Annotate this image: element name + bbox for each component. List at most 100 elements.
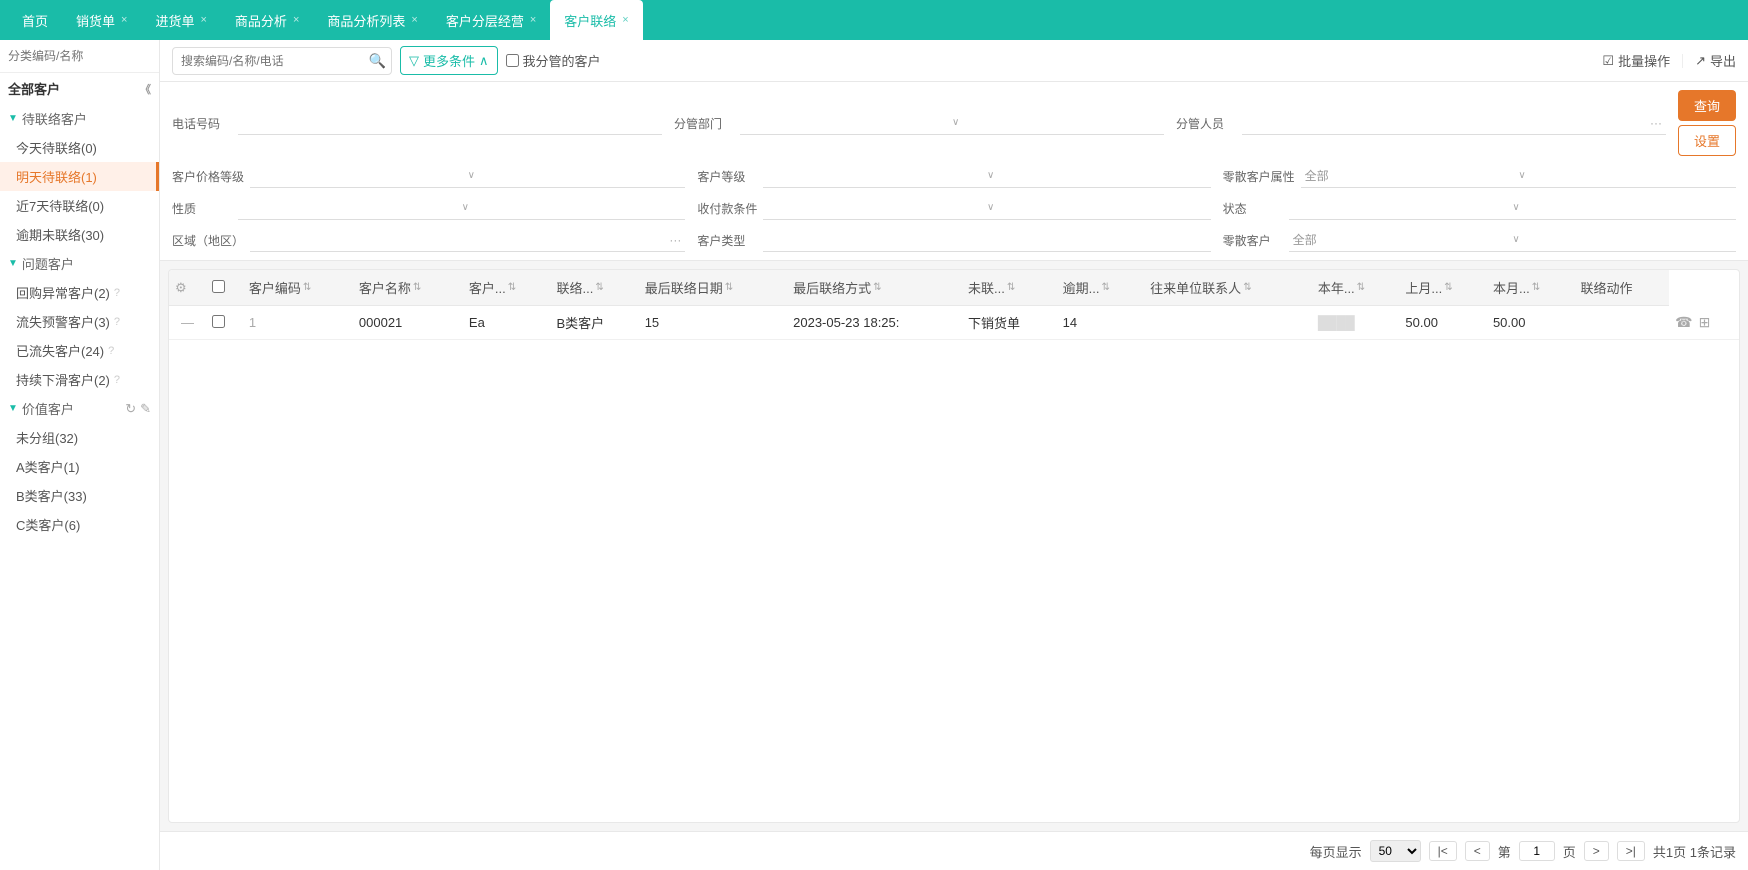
problem-group-label: 问题客户 (22, 254, 74, 273)
th-this-month[interactable]: 本月... ⇅ (1487, 270, 1575, 306)
declining-help-icon[interactable]: ? (114, 374, 120, 386)
page-input[interactable] (1519, 841, 1555, 861)
filter-customer-type: 客户类型 (697, 228, 1210, 252)
table-header-row: ⚙ 客户编码 ⇅ 客户名称 (169, 270, 1739, 306)
per-page-select[interactable]: 50 100 200 (1370, 840, 1421, 862)
managed-dept-select[interactable]: ∨ (740, 111, 1164, 135)
sidebar-item-tomorrow-pending[interactable]: 明天待联络(1) (0, 162, 159, 191)
price-level-select[interactable]: ∨ (250, 164, 685, 188)
contact-action-icon[interactable]: ☎ (1675, 314, 1692, 331)
row-code-cell[interactable]: 000021 (353, 306, 463, 340)
nav-customer-contact[interactable]: 客户联络 × (550, 0, 642, 40)
managed-person-wrap: ··· (1242, 111, 1666, 135)
select-all-checkbox[interactable] (212, 280, 225, 293)
row-last-contact-date-cell: 2023-05-23 18:25: (787, 306, 962, 340)
my-customers-checkbox-wrap[interactable]: 我分管的客户 (506, 51, 601, 70)
churned-help-icon[interactable]: ? (108, 345, 114, 357)
nav-product-analysis[interactable]: 商品分析 × (221, 0, 313, 40)
th-this-year[interactable]: 本年... ⇅ (1312, 270, 1400, 306)
sidebar-item-overdue-contact[interactable]: 逾期未联络(30) (0, 220, 159, 249)
region-wrap: ··· (250, 228, 685, 252)
query-button[interactable]: 查询 (1678, 90, 1736, 121)
nav-purchase-order[interactable]: 进货单 × (141, 0, 220, 40)
region-more-icon[interactable]: ··· (665, 233, 685, 247)
nav-close-customer-segmentation[interactable]: × (530, 14, 536, 26)
th-code[interactable]: 客户编码 ⇅ (243, 270, 353, 306)
sidebar-item-churned[interactable]: 已流失客户(24) ? (0, 336, 159, 365)
sidebar-all-customers[interactable]: 全部客户 《 (0, 73, 159, 104)
nav-home[interactable]: 首页 (8, 0, 62, 40)
nav-product-analysis-list[interactable]: 商品分析列表 × (313, 0, 431, 40)
sidebar-group-pending[interactable]: ▼ 待联络客户 (0, 104, 159, 133)
phone-input[interactable] (238, 116, 662, 130)
sidebar-group-problem[interactable]: ▼ 问题客户 (0, 249, 159, 278)
nav-close-purchase-order[interactable]: × (200, 14, 206, 26)
row-last-contact-method-cell[interactable]: 下销货单 (962, 306, 1057, 340)
row-name-cell[interactable]: Ea (463, 306, 551, 340)
nav-close-product-analysis-list[interactable]: × (411, 14, 417, 26)
nav-close-customer-contact[interactable]: × (622, 14, 628, 26)
sidebar-item-c-customers[interactable]: C类客户(6) (0, 510, 159, 539)
sidebar-item-declining[interactable]: 持续下滑客户(2) ? (0, 365, 159, 394)
row-checkbox[interactable] (212, 315, 225, 328)
th-contact-count[interactable]: 联络... ⇅ (550, 270, 638, 306)
sidebar-search-input[interactable] (8, 49, 160, 63)
repurchase-help-icon[interactable]: ? (114, 287, 120, 299)
sidebar-group-value[interactable]: ▼ 价值客户 ↻ ✎ (0, 394, 159, 423)
th-customer-type[interactable]: 客户... ⇅ (463, 270, 551, 306)
th-name[interactable]: 客户名称 ⇅ (353, 270, 463, 306)
gender-select[interactable]: ∨ (238, 196, 685, 220)
sidebar-item-b-customers[interactable]: B类客户(33) (0, 481, 159, 510)
customer-level-select[interactable]: ∨ (763, 164, 1210, 188)
export-button[interactable]: ↗ 导出 (1695, 51, 1736, 70)
customer-level-chevron-icon: ∨ (987, 170, 1207, 181)
managed-person-input[interactable] (1242, 116, 1646, 130)
first-page-button[interactable]: |< (1429, 841, 1457, 861)
data-table-container: ⚙ 客户编码 ⇅ 客户名称 (168, 269, 1740, 823)
chevron-up-icon: ∧ (479, 53, 489, 69)
batch-op-button[interactable]: ☑ 批量操作 (1602, 51, 1670, 70)
settings-button[interactable]: 设置 (1678, 125, 1736, 156)
nav-customer-segmentation[interactable]: 客户分层经营 × (432, 0, 550, 40)
managed-person-more-icon[interactable]: ··· (1646, 116, 1666, 130)
sidebar-item-repurchase-anomaly[interactable]: 回购异常客户(2) ? (0, 278, 159, 307)
prev-page-button[interactable]: < (1465, 841, 1490, 861)
table-settings-icon[interactable]: ⚙ (175, 280, 187, 295)
next-page-button[interactable]: > (1584, 841, 1609, 861)
payment-terms-select[interactable]: ∨ (763, 196, 1210, 220)
edit-icon[interactable]: ✎ (140, 401, 151, 417)
retail-customer-select[interactable]: 全部 ∨ (1289, 228, 1736, 252)
customer-type-select[interactable] (763, 228, 1210, 252)
nav-sales-order[interactable]: 销货单 × (62, 0, 141, 40)
th-uncontacted[interactable]: 未联... ⇅ (962, 270, 1057, 306)
more-action-icon[interactable]: ⊞ (1699, 314, 1711, 331)
nav-close-sales-order[interactable]: × (121, 14, 127, 26)
refresh-icon[interactable]: ↻ (125, 401, 136, 417)
churn-warning-help-icon[interactable]: ? (114, 316, 120, 328)
more-conditions-button[interactable]: ▽ 更多条件 ∧ (400, 46, 498, 75)
my-customers-checkbox[interactable] (506, 54, 519, 67)
sidebar-item-a-customers[interactable]: A类客户(1) (0, 452, 159, 481)
search-button[interactable]: 🔍 (369, 52, 386, 69)
advanced-filter-panel: 电话号码 分管部门 ∨ 分管人员 ··· (160, 82, 1748, 261)
customer-level-label: 客户等级 (697, 168, 757, 185)
sidebar-item-ungrouped[interactable]: 未分组(32) (0, 423, 159, 452)
retail-attr-select[interactable]: 全部 ∨ (1301, 164, 1736, 188)
search-input[interactable] (172, 47, 392, 75)
th-last-contact-method[interactable]: 最后联络方式 ⇅ (787, 270, 962, 306)
sidebar-item-churn-warning[interactable]: 流失预警客户(3) ? (0, 307, 159, 336)
last-page-button[interactable]: >| (1617, 841, 1645, 861)
top-nav: 首页 销货单 × 进货单 × 商品分析 × 商品分析列表 × 客户分层经营 × … (0, 0, 1748, 40)
region-input[interactable] (250, 233, 665, 247)
th-overdue[interactable]: 逾期... ⇅ (1057, 270, 1145, 306)
nav-close-product-analysis[interactable]: × (293, 14, 299, 26)
sidebar-item-today-pending[interactable]: 今天待联络(0) (0, 133, 159, 162)
status-select[interactable]: ∨ (1289, 196, 1736, 220)
value-group-label: 价值客户 (22, 399, 74, 418)
th-last-month[interactable]: 上月... ⇅ (1399, 270, 1487, 306)
th-last-contact-date[interactable]: 最后联络日期 ⇅ (639, 270, 787, 306)
th-contact-person[interactable]: 往来单位联系人 ⇅ (1144, 270, 1312, 306)
sidebar-item-7days-pending[interactable]: 近7天待联络(0) (0, 191, 159, 220)
retail-customer-label: 零散客户 (1223, 232, 1283, 249)
filter-row-1: 电话号码 分管部门 ∨ 分管人员 ··· (172, 90, 1736, 156)
